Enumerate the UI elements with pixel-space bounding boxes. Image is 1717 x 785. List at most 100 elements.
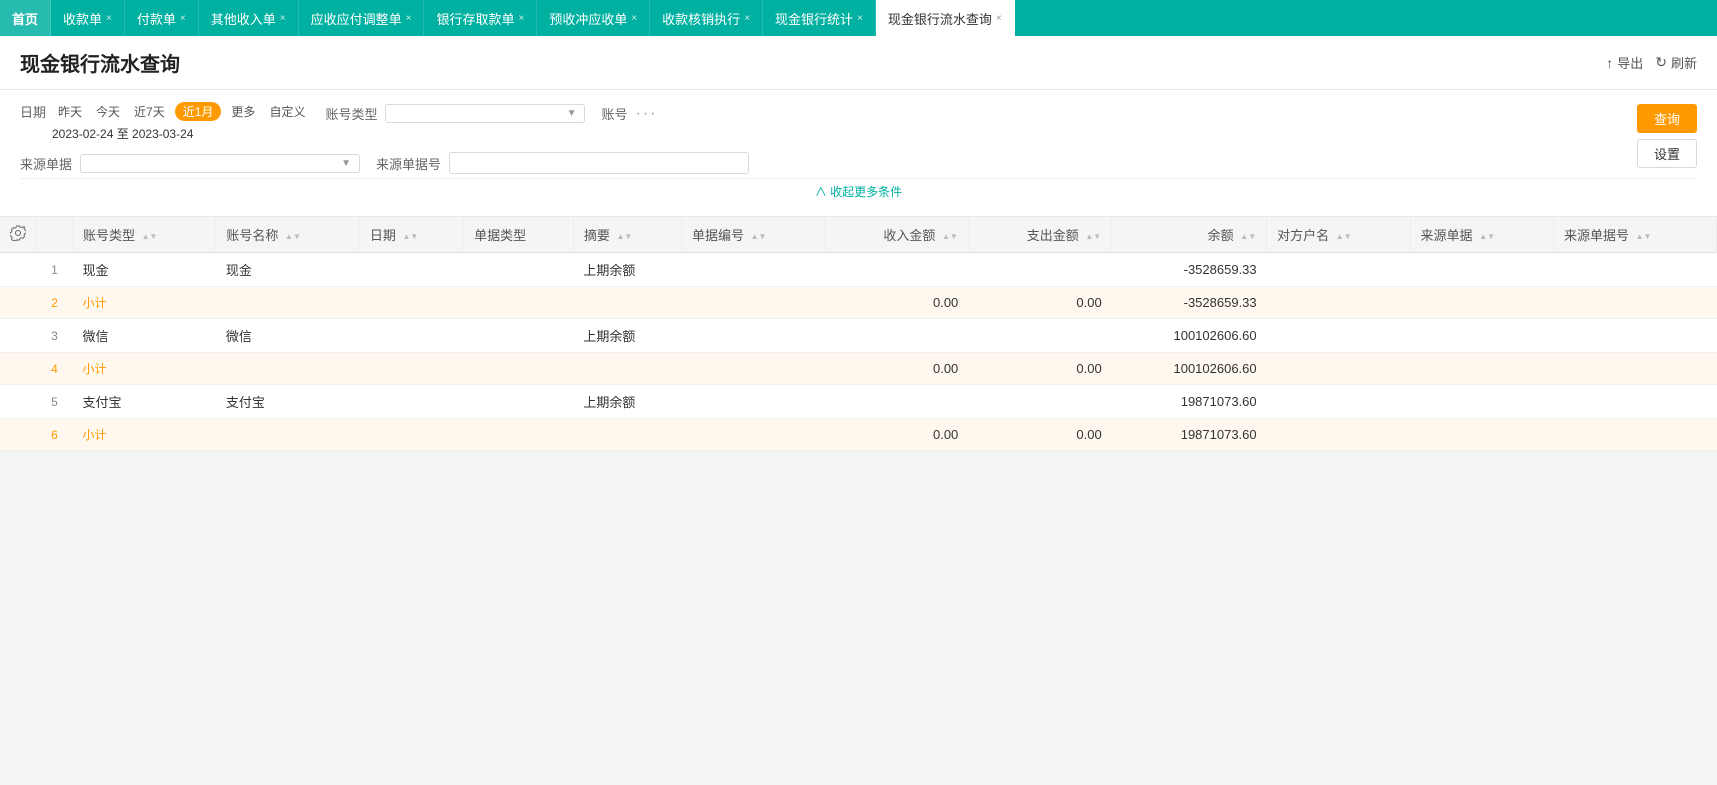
- col-expense[interactable]: 支出金额 ▲▼: [968, 217, 1111, 253]
- cell-source-doc: [1410, 353, 1553, 385]
- table-row: 1 现金 现金 上期余额 -3528659.33: [0, 253, 1717, 287]
- cell-balance: -3528659.33: [1112, 287, 1267, 319]
- date-range-display: 2023-02-24 至 2023-03-24: [52, 125, 193, 142]
- table-body: 1 现金 现金 上期余额 -3528659.33 2 小计 0.00 0.00 …: [0, 253, 1717, 451]
- col-doc-no[interactable]: 单据编号 ▲▼: [681, 217, 824, 253]
- cell-source-doc-no: [1553, 287, 1716, 319]
- cell-balance: 100102606.60: [1112, 353, 1267, 385]
- table-row: 4 小计 0.00 0.00 100102606.60: [0, 353, 1717, 385]
- account-type-cell: 微信: [83, 329, 109, 344]
- sort-account-name-icon[interactable]: ▲▼: [285, 233, 301, 241]
- cell-doc-no: [681, 419, 824, 451]
- cell-seq: 6: [37, 419, 73, 451]
- prepay-offset-label: 预收冲应收单: [549, 9, 627, 28]
- close-prepay-offset-icon[interactable]: ×: [631, 13, 637, 24]
- sort-doc-no-icon[interactable]: ▲▼: [751, 233, 767, 241]
- sort-date-icon[interactable]: ▲▼: [402, 233, 418, 241]
- sort-counterpart-icon[interactable]: ▲▼: [1336, 233, 1352, 241]
- date-btn-custom[interactable]: 自定义: [265, 102, 309, 121]
- sort-income-icon[interactable]: ▲▼: [942, 233, 958, 241]
- subtotal-label: 小计: [83, 296, 107, 310]
- account-type-cell: 现金: [83, 263, 109, 278]
- refresh-button[interactable]: ↻ 刷新: [1655, 53, 1697, 72]
- close-bank-deposit-icon[interactable]: ×: [518, 13, 524, 24]
- sort-source-doc-no-icon[interactable]: ▲▼: [1636, 233, 1652, 241]
- source-doc-arrow-icon: ▼: [341, 158, 351, 169]
- sort-summary-icon[interactable]: ▲▼: [616, 233, 632, 241]
- sort-account-type-icon[interactable]: ▲▼: [142, 233, 158, 241]
- cell-settings: [0, 253, 37, 287]
- nav-tab-home[interactable]: 首页: [0, 0, 51, 36]
- cash-bank-flow-label: 现金银行流水查询: [888, 9, 992, 28]
- col-seq: [37, 217, 73, 253]
- col-account-type[interactable]: 账号类型 ▲▼: [73, 217, 216, 253]
- nav-tab-payment[interactable]: 付款单 ×: [125, 0, 199, 36]
- source-doc-num-filter-label: 来源单据号: [376, 154, 441, 173]
- close-payment-icon[interactable]: ×: [180, 13, 186, 24]
- cell-settings: [0, 319, 37, 353]
- nav-tab-other-income[interactable]: 其他收入单 ×: [199, 0, 299, 36]
- col-balance[interactable]: 余额 ▲▼: [1112, 217, 1267, 253]
- export-button[interactable]: ↑ 导出: [1606, 53, 1643, 72]
- close-cash-bank-stat-icon[interactable]: ×: [857, 13, 863, 24]
- cell-expense: 0.00: [968, 353, 1111, 385]
- nav-tab-receipt[interactable]: 收款单 ×: [51, 0, 125, 36]
- date-btn-more[interactable]: 更多: [227, 102, 259, 121]
- col-summary[interactable]: 摘要 ▲▼: [573, 217, 681, 253]
- sort-balance-icon[interactable]: ▲▼: [1240, 233, 1256, 241]
- cell-income: 0.00: [825, 419, 968, 451]
- cell-doc-no: [681, 253, 824, 287]
- nav-tab-collection-exec[interactable]: 收款核销执行 ×: [650, 0, 763, 36]
- account-type-select[interactable]: ▼: [385, 104, 585, 123]
- date-filter-label: 日期: [20, 102, 46, 121]
- close-cash-bank-flow-icon[interactable]: ×: [996, 13, 1002, 24]
- date-btn-7days[interactable]: 近7天: [130, 102, 169, 121]
- col-counterpart[interactable]: 对方户名 ▲▼: [1267, 217, 1410, 253]
- account-dots-icon[interactable]: ···: [635, 105, 657, 123]
- date-btn-1month[interactable]: 近1月: [175, 102, 222, 121]
- cell-income: 0.00: [825, 287, 968, 319]
- col-date[interactable]: 日期 ▲▼: [359, 217, 463, 253]
- collection-exec-label: 收款核销执行: [662, 9, 740, 28]
- col-settings[interactable]: [0, 217, 37, 253]
- cell-balance: 100102606.60: [1112, 319, 1267, 353]
- close-receipt-icon[interactable]: ×: [106, 13, 112, 24]
- cell-seq: 5: [37, 385, 73, 419]
- nav-tab-cash-bank-stat[interactable]: 现金银行统计 ×: [763, 0, 876, 36]
- collapse-bar[interactable]: ∧ 收起更多条件: [20, 178, 1697, 204]
- query-button[interactable]: 查询: [1637, 104, 1697, 133]
- cell-expense: [968, 319, 1111, 353]
- table-settings-icon[interactable]: [10, 225, 26, 241]
- col-income[interactable]: 收入金额 ▲▼: [825, 217, 968, 253]
- source-doc-num-input[interactable]: [449, 152, 749, 174]
- close-collection-exec-icon[interactable]: ×: [744, 13, 750, 24]
- cell-income: [825, 385, 968, 419]
- source-doc-select[interactable]: ▼: [80, 154, 360, 173]
- setting-button[interactable]: 设置: [1637, 139, 1697, 168]
- close-other-income-icon[interactable]: ×: [280, 13, 286, 24]
- nav-tab-bank-deposit[interactable]: 银行存取款单 ×: [424, 0, 537, 36]
- account-filter-label: 账号: [601, 104, 627, 123]
- date-btn-yesterday[interactable]: 昨天: [54, 102, 86, 121]
- cell-counterpart: [1267, 319, 1410, 353]
- cell-counterpart: [1267, 253, 1410, 287]
- date-btn-today[interactable]: 今天: [92, 102, 124, 121]
- cell-doc-type: [464, 385, 574, 419]
- col-source-doc-no[interactable]: 来源单据号 ▲▼: [1553, 217, 1716, 253]
- cell-doc-no: [681, 385, 824, 419]
- close-ap-adjust-icon[interactable]: ×: [406, 13, 412, 24]
- sort-expense-icon[interactable]: ▲▼: [1085, 233, 1101, 241]
- table-header-row: 账号类型 ▲▼ 账号名称 ▲▼ 日期 ▲▼ 单据类型 摘要 ▲▼: [0, 217, 1717, 253]
- table-row: 5 支付宝 支付宝 上期余额 19871073.60: [0, 385, 1717, 419]
- cell-account-type: 小计: [73, 419, 216, 451]
- sort-source-doc-icon[interactable]: ▲▼: [1479, 233, 1495, 241]
- subtotal-label: 小计: [83, 428, 107, 442]
- col-source-doc[interactable]: 来源单据 ▲▼: [1410, 217, 1553, 253]
- nav-tab-ap-adjust[interactable]: 应收应付调整单 ×: [299, 0, 425, 36]
- bank-deposit-label: 银行存取款单: [436, 9, 514, 28]
- nav-tab-prepay-offset[interactable]: 预收冲应收单 ×: [537, 0, 650, 36]
- col-account-name[interactable]: 账号名称 ▲▼: [216, 217, 359, 253]
- cell-doc-no: [681, 353, 824, 385]
- nav-tab-cash-bank-flow[interactable]: 现金银行流水查询 ×: [876, 0, 1015, 36]
- date-shortcuts: 昨天 今天 近7天 近1月 更多 自定义: [54, 102, 309, 121]
